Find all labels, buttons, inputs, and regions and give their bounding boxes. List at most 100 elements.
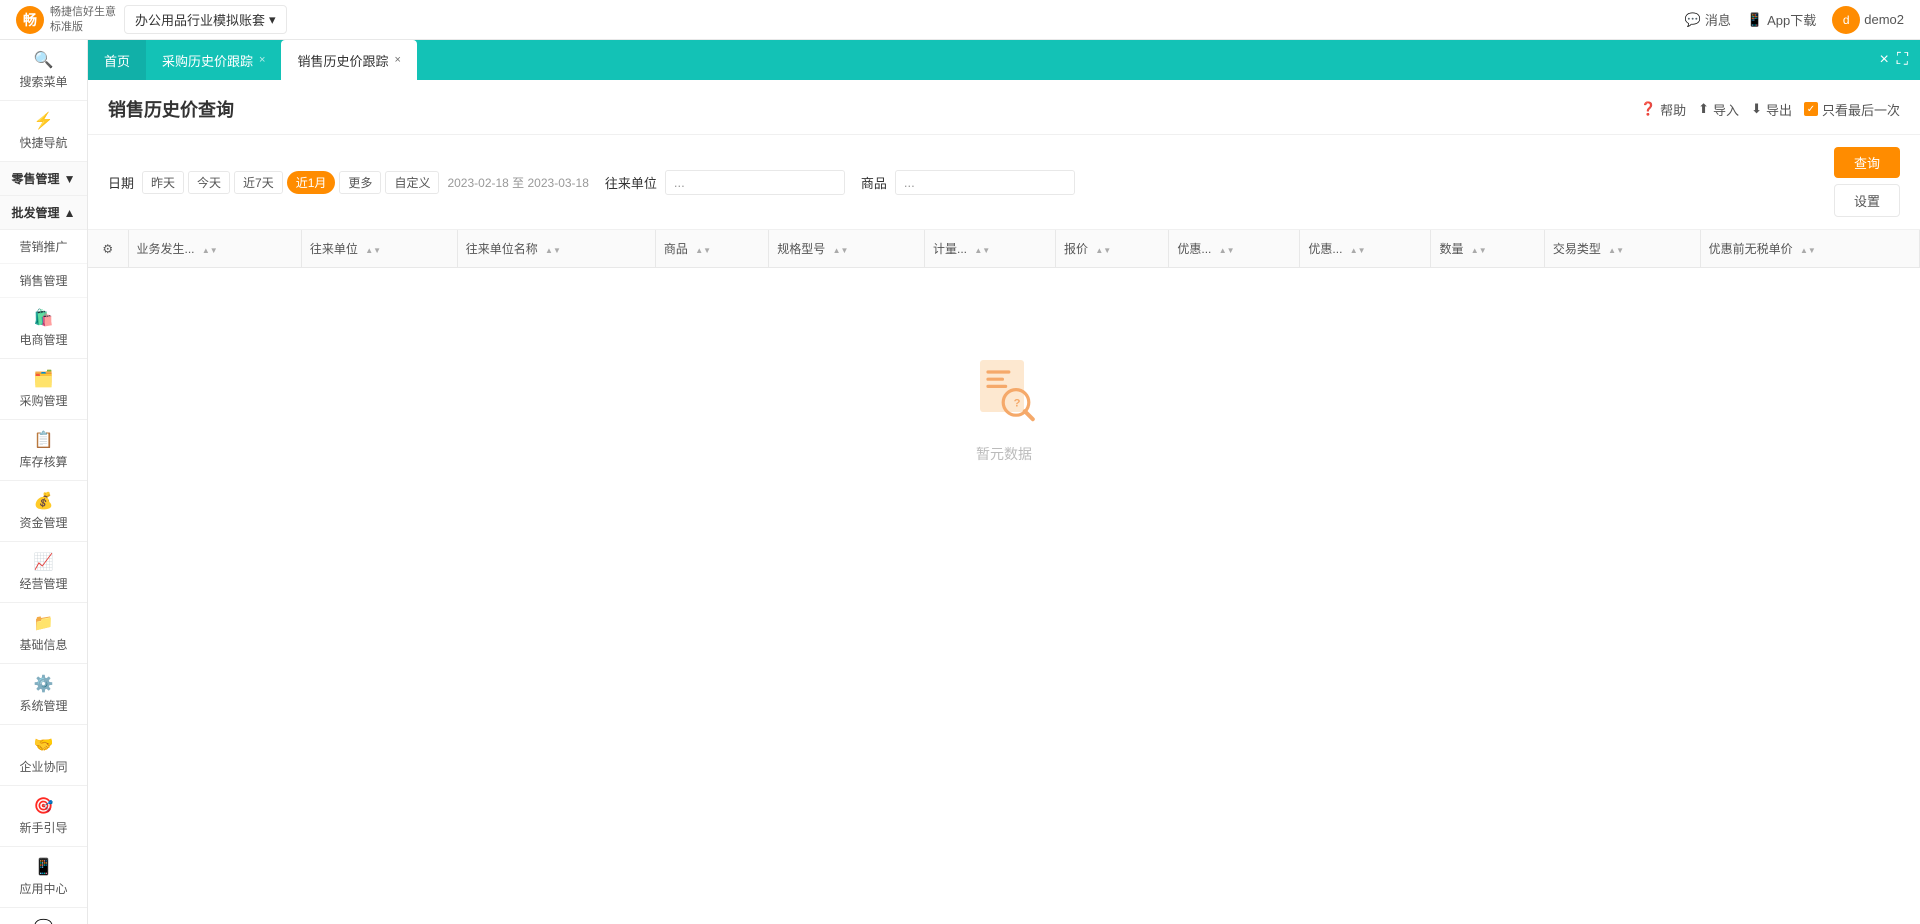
filter-bar: 日期 昨天 今天 近7天 近1月 更多 自定义 2023-02-18 至 202… bbox=[88, 135, 1920, 230]
sidebar-item-app-center[interactable]: 📱 应用中心 bbox=[0, 847, 87, 908]
table-col-unit[interactable]: 计量... ▲▼ bbox=[924, 230, 1055, 268]
date-btn-7days[interactable]: 近7天 bbox=[234, 171, 283, 194]
sidebar-item-quick-nav[interactable]: ⚡ 快捷导航 bbox=[0, 101, 87, 162]
checkbox-icon: ✓ bbox=[1804, 102, 1818, 116]
sort-icon: ▲▼ bbox=[974, 246, 990, 255]
sort-icon: ▲▼ bbox=[545, 246, 561, 255]
logo-text: 畅捷信好生意 标准版 bbox=[50, 5, 116, 34]
wholesale-submenu: 营销推广 销售管理 bbox=[0, 230, 87, 298]
retail-label: 零售管理 bbox=[12, 170, 60, 187]
product-filter-field[interactable]: ... bbox=[895, 170, 1075, 195]
enterprise-icon: 🤝 bbox=[34, 735, 54, 755]
top-bar-right: 💬 消息 📱 App下载 d demo2 bbox=[1685, 6, 1904, 34]
tab-sales-history[interactable]: 销售历史价跟踪 × bbox=[281, 40, 416, 80]
sort-icon: ▲▼ bbox=[365, 246, 381, 255]
partner-filter-label: 往来单位 bbox=[605, 173, 657, 192]
search-icon: 🔍 bbox=[34, 50, 54, 70]
data-table: ⚙ 业务发生... ▲▼ 往来单位 ▲▼ 往来单位名称 ▲▼ bbox=[88, 230, 1920, 268]
setting-button[interactable]: 设置 bbox=[1834, 184, 1900, 217]
product-filter-group: 商品 ... bbox=[861, 170, 1075, 195]
sort-icon: ▲▼ bbox=[695, 246, 711, 255]
quick-nav-icon: ⚡ bbox=[34, 111, 54, 131]
table-col-product[interactable]: 商品 ▲▼ bbox=[655, 230, 768, 268]
sidebar-item-system[interactable]: ⚙️ 系统管理 bbox=[0, 664, 87, 725]
date-btn-today[interactable]: 今天 bbox=[188, 171, 230, 194]
top-bar-left: 畅 畅捷信好生意 标准版 办公用品行业模拟账套 ▾ bbox=[16, 5, 287, 34]
sidebar-item-operations[interactable]: 📈 经营管理 bbox=[0, 542, 87, 603]
close-all-tabs-button[interactable]: × bbox=[1879, 51, 1888, 69]
table-container: ⚙ 业务发生... ▲▼ 往来单位 ▲▼ 往来单位名称 ▲▼ bbox=[88, 230, 1920, 268]
chevron-up-icon: ▲ bbox=[64, 206, 76, 220]
empty-state-icon: ? bbox=[964, 348, 1044, 428]
sidebar-sub-item-sales-mgmt[interactable]: 销售管理 bbox=[0, 264, 87, 298]
operations-icon: 📈 bbox=[34, 552, 54, 572]
svg-text:?: ? bbox=[1014, 397, 1021, 409]
sidebar-item-finance[interactable]: 💰 资金管理 bbox=[0, 481, 87, 542]
product-filter-label: 商品 bbox=[861, 173, 887, 192]
table-col-partner-name[interactable]: 往来单位名称 ▲▼ bbox=[457, 230, 655, 268]
export-action[interactable]: ⬇ 导出 bbox=[1751, 100, 1792, 119]
sidebar-item-purchase[interactable]: 🗂️ 采购管理 bbox=[0, 359, 87, 420]
company-selector[interactable]: 办公用品行业模拟账套 ▾ bbox=[124, 5, 287, 34]
table-col-discount2[interactable]: 优惠... ▲▼ bbox=[1300, 230, 1431, 268]
page-header-actions: ❓ 帮助 ⬆ 导入 ⬇ 导出 ✓ 只看最后一次 bbox=[1640, 100, 1900, 119]
sidebar-item-ecommerce[interactable]: 🛍️ 电商管理 bbox=[0, 298, 87, 359]
sidebar-item-wholesale[interactable]: 批发管理 ▲ bbox=[0, 196, 87, 230]
table-col-quote[interactable]: 报价 ▲▼ bbox=[1056, 230, 1169, 268]
table-col-trade-type[interactable]: 交易类型 ▲▼ bbox=[1544, 230, 1700, 268]
table-col-biz-date[interactable]: 业务发生... ▲▼ bbox=[128, 230, 301, 268]
sort-icon: ▲▼ bbox=[1471, 246, 1487, 255]
tab-purchase-history[interactable]: 采购历史价跟踪 × bbox=[146, 40, 281, 80]
close-sales-history-tab[interactable]: × bbox=[394, 54, 400, 66]
maximize-button[interactable]: ⛶ bbox=[1897, 51, 1908, 69]
table-col-spec[interactable]: 规格型号 ▲▼ bbox=[769, 230, 925, 268]
table-col-partner-code[interactable]: 往来单位 ▲▼ bbox=[301, 230, 457, 268]
sidebar-item-retail[interactable]: 零售管理 ▼ bbox=[0, 162, 87, 196]
sidebar-item-label: 经营管理 bbox=[19, 575, 67, 592]
sidebar-item-basic-info[interactable]: 📁 基础信息 bbox=[0, 603, 87, 664]
tab-home[interactable]: 首页 bbox=[88, 40, 146, 80]
empty-state: ? 暂元数据 bbox=[88, 268, 1920, 544]
date-btn-custom[interactable]: 自定义 bbox=[385, 171, 439, 194]
app-download-action[interactable]: 📱 App下载 bbox=[1747, 10, 1816, 29]
table-settings-col[interactable]: ⚙ bbox=[88, 230, 128, 268]
date-btn-1month[interactable]: 近1月 bbox=[287, 171, 336, 194]
main-layout: 🔍 搜索菜单 ⚡ 快捷导航 零售管理 ▼ 批发管理 ▲ 营销推广 销售管理 🛍️… bbox=[0, 40, 1920, 924]
table-col-qty[interactable]: 数量 ▲▼ bbox=[1431, 230, 1544, 268]
inventory-icon: 📋 bbox=[34, 430, 54, 450]
sort-icon: ▲▼ bbox=[1219, 246, 1235, 255]
sidebar-sub-item-marketing[interactable]: 营销推广 bbox=[0, 230, 87, 264]
phone-icon: 📱 bbox=[1747, 12, 1763, 28]
page-title: 销售历史价查询 bbox=[108, 96, 234, 122]
table-col-pretax-price[interactable]: 优惠前无税单价 ▲▼ bbox=[1700, 230, 1919, 268]
sidebar-item-guide[interactable]: 🎯 新手引导 bbox=[0, 786, 87, 847]
message-action[interactable]: 💬 消息 bbox=[1685, 10, 1731, 29]
date-shortcuts: 昨天 今天 近7天 近1月 更多 自定义 bbox=[142, 171, 439, 194]
top-bar: 畅 畅捷信好生意 标准版 办公用品行业模拟账套 ▾ 💬 消息 📱 App下载 d… bbox=[0, 0, 1920, 40]
basic-info-icon: 📁 bbox=[34, 613, 54, 633]
import-action[interactable]: ⬆ 导入 bbox=[1698, 100, 1739, 119]
wechat-icon: 💬 bbox=[34, 918, 54, 924]
app-center-icon: 📱 bbox=[34, 857, 54, 877]
guide-icon: 🎯 bbox=[34, 796, 54, 816]
date-btn-more[interactable]: 更多 bbox=[339, 171, 381, 194]
date-btn-yesterday[interactable]: 昨天 bbox=[142, 171, 184, 194]
message-icon: 💬 bbox=[1685, 12, 1701, 28]
sidebar-item-label: 采购管理 bbox=[19, 392, 67, 409]
only-last-checkbox[interactable]: ✓ 只看最后一次 bbox=[1804, 100, 1900, 119]
sidebar-item-inventory[interactable]: 📋 库存核算 bbox=[0, 420, 87, 481]
table-col-discount1[interactable]: 优惠... ▲▼ bbox=[1169, 230, 1300, 268]
sidebar-item-enterprise[interactable]: 🤝 企业协同 bbox=[0, 725, 87, 786]
user-profile[interactable]: d demo2 bbox=[1832, 6, 1904, 34]
tabs-bar: 首页 采购历史价跟踪 × 销售历史价跟踪 × × ⛶ bbox=[88, 40, 1920, 80]
sidebar-item-wechat[interactable]: 💬 企业微信 bbox=[0, 908, 87, 924]
query-button[interactable]: 查询 bbox=[1834, 147, 1900, 178]
close-purchase-history-tab[interactable]: × bbox=[259, 54, 265, 66]
sort-icon: ▲▼ bbox=[833, 246, 849, 255]
wholesale-label: 批发管理 bbox=[12, 204, 60, 221]
partner-filter-group: 往来单位 ... bbox=[605, 170, 845, 195]
sidebar-item-search-menu[interactable]: 🔍 搜索菜单 bbox=[0, 40, 87, 101]
help-action[interactable]: ❓ 帮助 bbox=[1640, 100, 1686, 119]
partner-filter-field[interactable]: ... bbox=[665, 170, 845, 195]
sidebar-item-label: 系统管理 bbox=[19, 697, 67, 714]
